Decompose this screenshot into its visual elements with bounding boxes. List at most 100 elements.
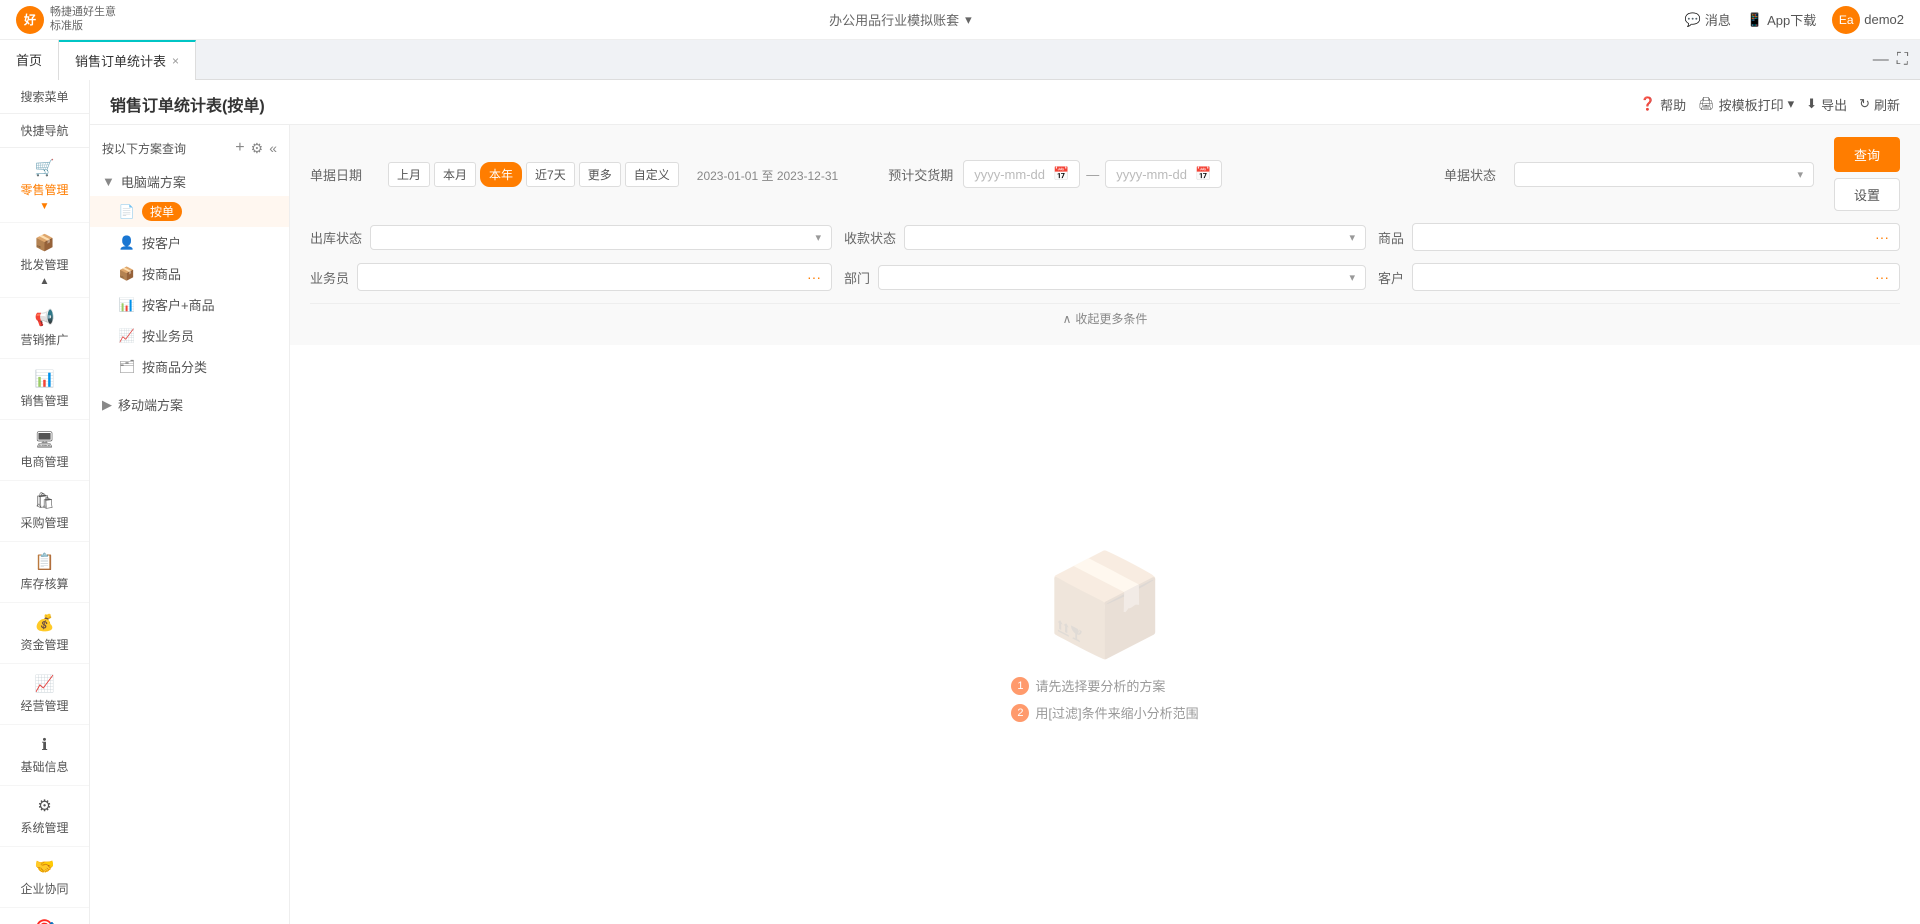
print-dropdown-icon[interactable]: ▾ — [1788, 96, 1795, 112]
tab-sales-order[interactable]: 销售订单统计表 × — [59, 40, 196, 80]
new-guide-icon: 🎯 — [35, 918, 55, 924]
by-category-icon: 🗂 — [118, 358, 136, 376]
date-range-display: 2023-01-01 至 2023-12-31 — [697, 167, 838, 184]
btn-this-month[interactable]: 本月 — [434, 162, 476, 187]
customer-more-icon[interactable]: ··· — [1875, 269, 1889, 285]
desktop-scheme-group: ▼ 电脑端方案 📄 按单 👤 按客户 📦 按商品 — [90, 163, 289, 386]
dropdown-icon[interactable]: ▾ — [965, 12, 972, 28]
export-button[interactable]: ⬇ 导出 — [1806, 95, 1847, 114]
status-chevron: ▾ — [1797, 168, 1803, 181]
department-select[interactable]: ▾ — [878, 265, 1366, 290]
sidebar-item-wholesale[interactable]: 📦 批发管理 ▲ — [0, 223, 89, 298]
filter-row-date: 单据日期 上月 本月 本年 近7天 更多 自定义 2023-01-01 至 20… — [310, 137, 1900, 211]
sidebar-item-base-info[interactable]: ℹ 基础信息 — [0, 725, 89, 786]
quick-nav-label: 快捷导航 — [20, 124, 68, 138]
salesman-more-icon[interactable]: ··· — [807, 269, 821, 285]
expected-date-end[interactable]: yyyy-mm-dd 📅 — [1105, 160, 1222, 188]
date-separator: — — [1086, 167, 1099, 182]
scheme-panel: 按以下方案查询 + ⚙ « ▼ 电脑端方案 📄 按单 — [90, 125, 290, 924]
print-button[interactable]: 🖨 按模板打印 ▾ — [1698, 95, 1794, 114]
app-title-area[interactable]: 办公用品行业模拟账套 ▾ — [829, 10, 972, 29]
filter-area: 单据日期 上月 本月 本年 近7天 更多 自定义 2023-01-01 至 20… — [290, 125, 1920, 345]
sidebar-search[interactable]: 搜索菜单 — [0, 80, 89, 114]
tab-home[interactable]: 首页 — [0, 40, 59, 80]
content-area: 销售订单统计表(按单) ❓ 帮助 🖨 按模板打印 ▾ ⬇ 导出 ↻ 刷新 — [90, 80, 1920, 924]
collapse-scheme-icon[interactable]: « — [269, 140, 277, 156]
app-download-button[interactable]: 📱 App下载 — [1747, 10, 1816, 29]
mobile-group-label: 移动端方案 — [118, 395, 183, 414]
collapse-icon: ∧ — [1063, 312, 1072, 326]
btn-custom[interactable]: 自定义 — [625, 162, 679, 187]
delivery-status-label: 出库状态 — [310, 228, 362, 247]
settings-button[interactable]: 设置 — [1834, 178, 1900, 211]
help-button[interactable]: ❓ 帮助 — [1640, 95, 1686, 114]
scheme-item-by-salesman[interactable]: 📈 按业务员 — [90, 320, 289, 351]
department-cell: 部门 ▾ — [844, 263, 1366, 291]
help-icon: ❓ — [1640, 96, 1656, 112]
user-area[interactable]: Ea demo2 — [1832, 6, 1904, 34]
scheme-item-by-order[interactable]: 📄 按单 — [90, 196, 289, 227]
expected-date-range: yyyy-mm-dd 📅 — yyyy-mm-dd 📅 — [963, 160, 1394, 188]
settings-scheme-icon[interactable]: ⚙ — [251, 140, 264, 157]
sidebar-retail-label: 零售管理 — [20, 181, 68, 198]
desktop-group-header[interactable]: ▼ 电脑端方案 — [90, 167, 289, 196]
collection-status-select[interactable]: ▾ — [904, 225, 1366, 250]
delivery-status-select[interactable]: ▾ — [370, 225, 832, 250]
by-order-icon: 📄 — [118, 203, 136, 221]
date-btn-group: 上月 本月 本年 近7天 更多 自定义 — [388, 162, 679, 187]
user-name: demo2 — [1864, 12, 1904, 27]
avatar: Ea — [1832, 6, 1860, 34]
expected-date-start[interactable]: yyyy-mm-dd 📅 — [963, 160, 1080, 188]
collapse-filters-button[interactable]: ∧ 收起更多条件 — [310, 303, 1900, 333]
refresh-button[interactable]: ↻ 刷新 — [1859, 95, 1900, 114]
hint-num-1: 1 — [1011, 677, 1029, 695]
sidebar-quick-nav[interactable]: 快捷导航 — [0, 114, 89, 148]
scheme-item-by-customer-goods[interactable]: 📊 按客户+商品 — [90, 289, 289, 320]
collapse-label: 收起更多条件 — [1075, 310, 1147, 327]
purchase-icon: 🛍 — [34, 491, 54, 511]
page-header: 销售订单统计表(按单) ❓ 帮助 🖨 按模板打印 ▾ ⬇ 导出 ↻ 刷新 — [90, 80, 1920, 125]
message-button[interactable]: 💬 消息 — [1685, 10, 1731, 29]
expand-icon[interactable]: ⛶ — [1897, 51, 1908, 69]
filter-row-people: 业务员 ··· 部门 ▾ — [310, 263, 1900, 291]
btn-this-year[interactable]: 本年 — [480, 162, 522, 187]
add-scheme-icon[interactable]: + — [235, 139, 244, 157]
expected-date-label: 预计交货期 — [888, 165, 953, 184]
calendar-icon: 📅 — [1053, 166, 1069, 182]
sidebar-item-retail[interactable]: 🛒 零售管理 ▼ — [0, 148, 89, 223]
sidebar-sales-label: 销售管理 — [20, 392, 68, 409]
mobile-scheme-group: ▶ 移动端方案 — [90, 386, 289, 423]
sidebar-item-inventory[interactable]: 📋 库存核算 — [0, 542, 89, 603]
btn-more[interactable]: 更多 — [579, 162, 621, 187]
minimize-icon[interactable]: — — [1873, 51, 1889, 69]
scheme-panel-header: 按以下方案查询 + ⚙ « — [90, 133, 289, 163]
sidebar-item-finance[interactable]: 💰 资金管理 — [0, 603, 89, 664]
tab-close-icon[interactable]: × — [172, 54, 179, 68]
btn-prev-month[interactable]: 上月 — [388, 162, 430, 187]
sidebar-item-corp-collab[interactable]: 🤝 企业协同 — [0, 847, 89, 908]
mobile-group-header[interactable]: ▶ 移动端方案 — [90, 390, 289, 419]
btn-7days[interactable]: 近7天 — [526, 162, 575, 187]
goods-more-icon[interactable]: ··· — [1875, 229, 1889, 245]
arrow-icon: ▲ — [40, 276, 50, 287]
goods-input[interactable]: ··· — [1412, 223, 1900, 251]
sidebar-item-sales[interactable]: 📊 销售管理 — [0, 359, 89, 420]
sidebar-item-purchase[interactable]: 🛍 采购管理 — [0, 481, 89, 542]
sidebar-item-marketing[interactable]: 📢 营销推广 — [0, 298, 89, 359]
status-select[interactable]: ▾ — [1514, 162, 1814, 187]
sidebar-item-ecommerce[interactable]: 🖥 电商管理 — [0, 420, 89, 481]
sidebar-item-new-guide[interactable]: 🎯 新手引导 — [0, 908, 89, 924]
goods-label: 商品 — [1378, 228, 1404, 247]
tab-actions: — ⛶ — [1873, 51, 1920, 69]
query-button[interactable]: 查询 — [1834, 137, 1900, 172]
salesman-input[interactable]: ··· — [357, 263, 832, 291]
sidebar-item-system[interactable]: ⚙ 系统管理 — [0, 786, 89, 847]
sidebar-system-label: 系统管理 — [20, 819, 68, 836]
date-label: 单据日期 — [310, 165, 370, 184]
date-placeholder-start: yyyy-mm-dd — [974, 167, 1045, 182]
scheme-item-by-customer[interactable]: 👤 按客户 — [90, 227, 289, 258]
sidebar-item-operations[interactable]: 📈 经营管理 — [0, 664, 89, 725]
scheme-item-by-goods[interactable]: 📦 按商品 — [90, 258, 289, 289]
customer-input[interactable]: ··· — [1412, 263, 1900, 291]
scheme-item-by-category[interactable]: 🗂 按商品分类 — [90, 351, 289, 382]
